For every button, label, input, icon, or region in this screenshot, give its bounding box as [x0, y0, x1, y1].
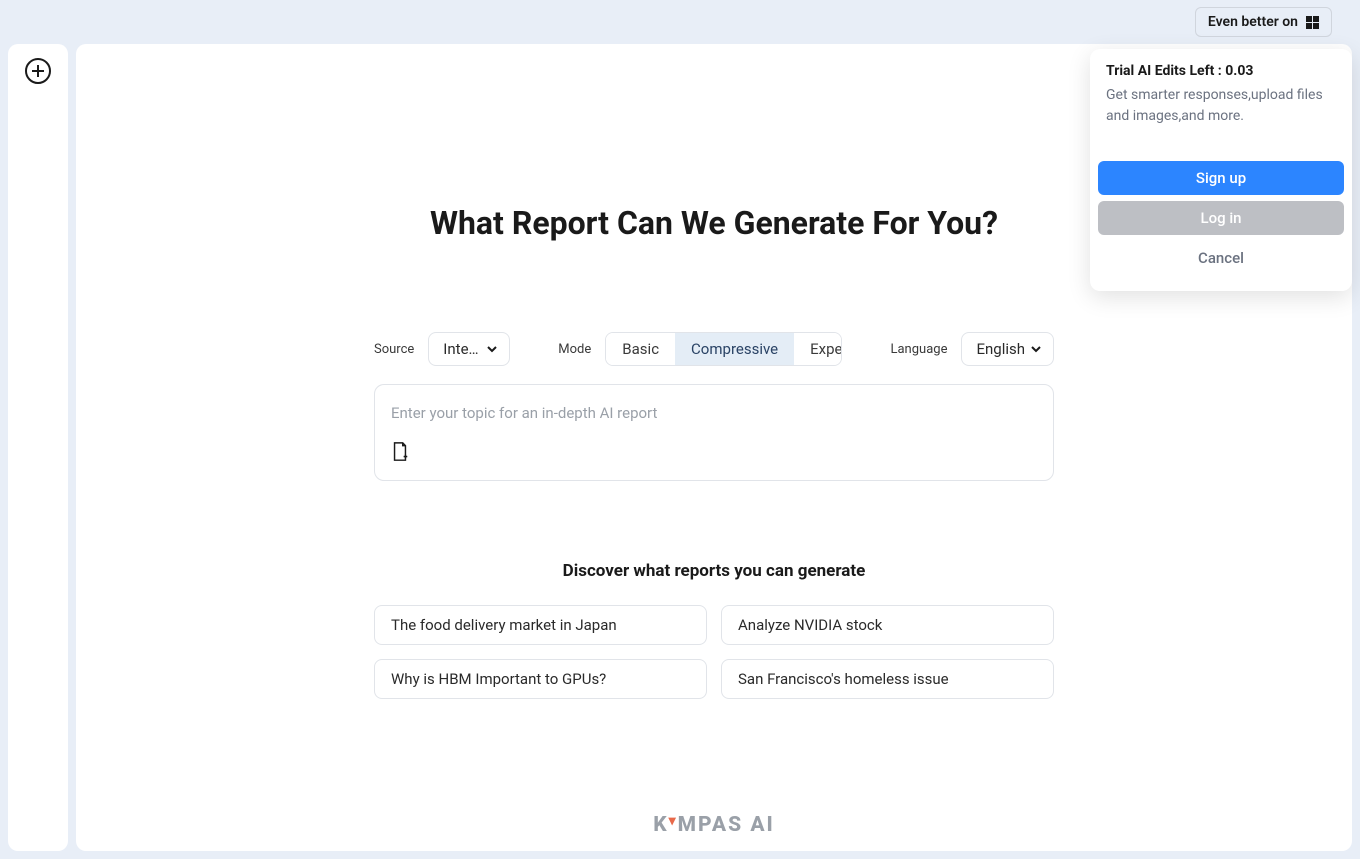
signup-button[interactable]: Sign up [1098, 161, 1344, 195]
suggestion-item[interactable]: Analyze NVIDIA stock [721, 605, 1054, 645]
mode-compressive-button[interactable]: Compressive [675, 333, 794, 365]
popup-title: Trial AI Edits Left : 0.03 [1098, 63, 1344, 79]
chevron-down-icon [485, 342, 499, 356]
language-label: Language [890, 342, 947, 357]
topic-box [374, 384, 1054, 481]
mode-label: Mode [558, 342, 591, 357]
suggestion-grid: The food delivery market in Japan Analyz… [374, 605, 1054, 699]
source-value: Inter... [443, 340, 481, 358]
logo-accent-icon: ▾ [669, 813, 678, 829]
suggestion-item[interactable]: The food delivery market in Japan [374, 605, 707, 645]
windows-icon [1306, 16, 1319, 29]
even-better-label: Even better on [1208, 14, 1298, 30]
mode-expert-button[interactable]: Expert [794, 333, 842, 365]
chevron-down-icon [1029, 342, 1043, 356]
language-dropdown[interactable]: English [961, 332, 1054, 366]
topic-input[interactable] [391, 404, 1037, 422]
source-label: Source [374, 342, 414, 357]
new-report-button[interactable] [25, 58, 51, 84]
discover-title: Discover what reports you can generate [563, 561, 866, 581]
logo-text-1: K [653, 813, 668, 837]
mode-group: Basic Compressive Expert [605, 332, 842, 366]
controls-row: Source Inter... Mode Basic Compressive E… [374, 332, 1054, 366]
page-title: What Report Can We Generate For You? [430, 204, 998, 242]
sidebar [8, 44, 68, 851]
suggestion-item[interactable]: Why is HBM Important to GPUs? [374, 659, 707, 699]
suggestion-item[interactable]: San Francisco's homeless issue [721, 659, 1054, 699]
attach-file-icon[interactable] [391, 442, 409, 462]
even-better-button[interactable]: Even better on [1195, 7, 1332, 37]
login-button[interactable]: Log in [1098, 201, 1344, 235]
mode-basic-button[interactable]: Basic [606, 333, 675, 365]
language-value: English [976, 340, 1025, 358]
logo-text-2: MPAS AI [678, 813, 775, 837]
popup-description: Get smarter responses,upload files and i… [1098, 85, 1344, 127]
plus-icon [31, 64, 45, 78]
cancel-button[interactable]: Cancel [1098, 241, 1344, 275]
source-dropdown[interactable]: Inter... [428, 332, 510, 366]
top-bar: Even better on [0, 0, 1360, 44]
trial-popup: Trial AI Edits Left : 0.03 Get smarter r… [1090, 49, 1352, 291]
brand-logo: K▾MPAS AI [653, 813, 775, 837]
